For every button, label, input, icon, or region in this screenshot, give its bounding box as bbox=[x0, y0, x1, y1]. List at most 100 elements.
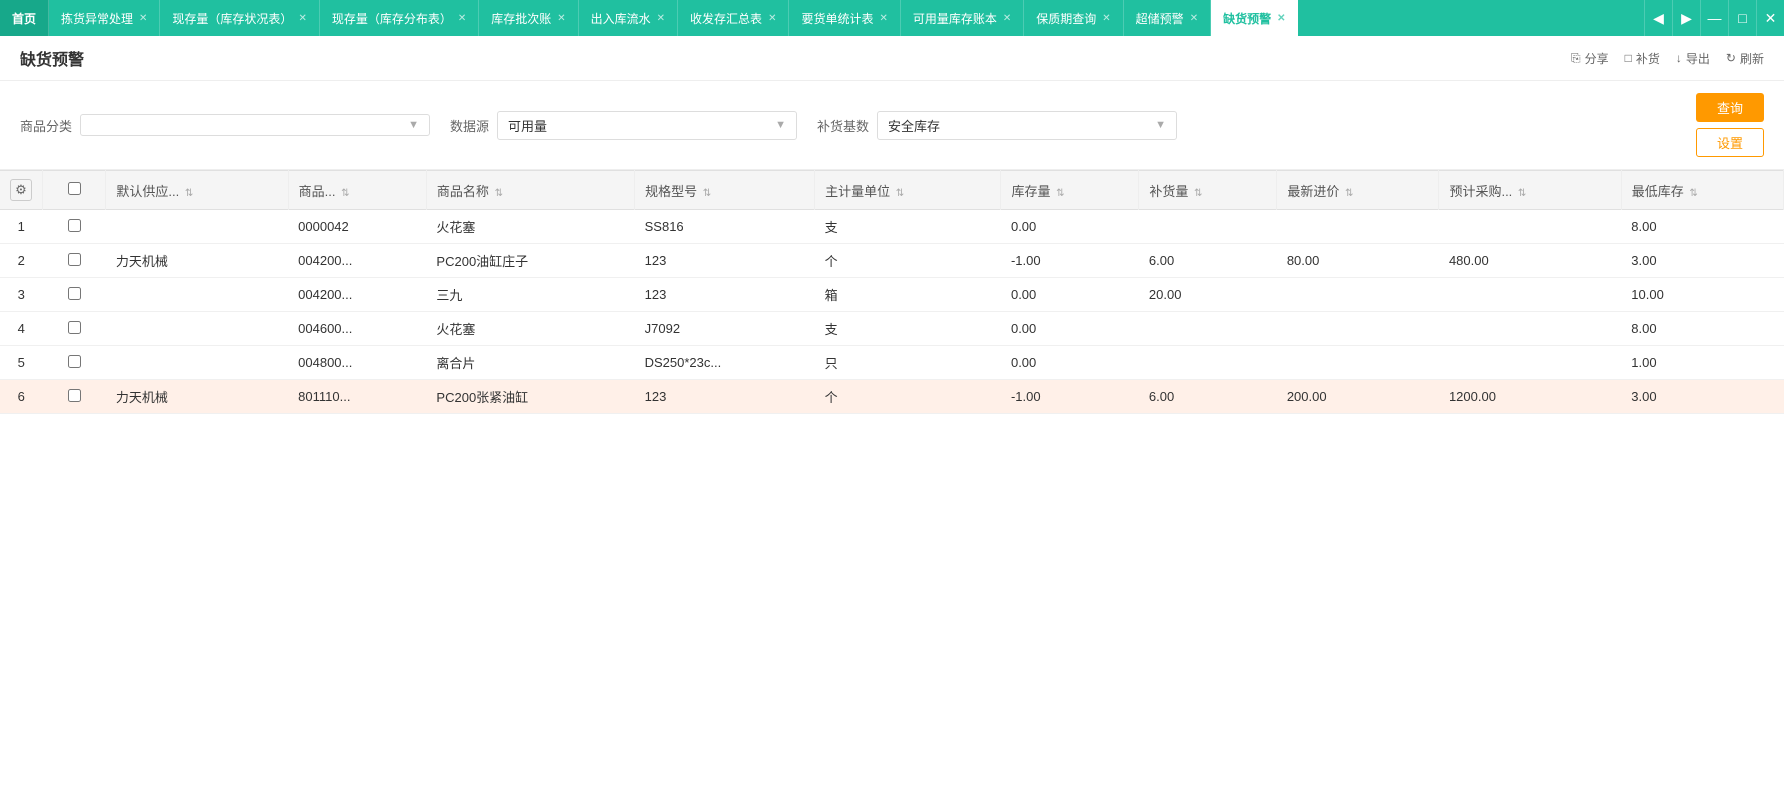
row-replenish-qty: 20.00 bbox=[1139, 278, 1277, 312]
th-stock-qty-label: 库存量 bbox=[1011, 184, 1050, 199]
shortage-table: ⚙ 默认供应... ⇅ 商品... ⇅ bbox=[0, 170, 1784, 414]
replenish-button[interactable]: □ 补货 bbox=[1625, 50, 1660, 67]
th-spec[interactable]: 规格型号 ⇅ bbox=[635, 171, 815, 210]
row-product-name: PC200张紧油缸 bbox=[426, 380, 634, 414]
row-checkbox-cell[interactable] bbox=[43, 380, 106, 414]
table-row[interactable]: 5 004800... 离合片 DS250*23c... 只 0.00 1.00 bbox=[0, 346, 1784, 380]
tab-stock2-close[interactable]: ✕ bbox=[458, 13, 466, 24]
tab-available[interactable]: 可用量库存账本 ✕ bbox=[901, 0, 1024, 36]
tab-collect[interactable]: 收发存汇总表 ✕ bbox=[678, 0, 789, 36]
row-checkbox-cell[interactable] bbox=[43, 312, 106, 346]
tab-inout-close[interactable]: ✕ bbox=[657, 13, 665, 24]
th-min-stock[interactable]: 最低库存 ⇅ bbox=[1621, 171, 1783, 210]
th-latest-price[interactable]: 最新进价 ⇅ bbox=[1277, 171, 1439, 210]
table-row[interactable]: 3 004200... 三九 123 箱 0.00 20.00 10.00 bbox=[0, 278, 1784, 312]
row-checkbox[interactable] bbox=[68, 321, 81, 334]
tab-overstock-close[interactable]: ✕ bbox=[1190, 13, 1198, 24]
tab-expiry[interactable]: 保质期查询 ✕ bbox=[1024, 0, 1123, 36]
row-checkbox[interactable] bbox=[68, 219, 81, 232]
row-checkbox-cell[interactable] bbox=[43, 244, 106, 278]
settings-button[interactable]: 设置 bbox=[1696, 128, 1764, 157]
tab-batch[interactable]: 库存批次账 ✕ bbox=[479, 0, 578, 36]
row-checkbox[interactable] bbox=[68, 287, 81, 300]
tab-order[interactable]: 要货单统计表 ✕ bbox=[789, 0, 900, 36]
tab-window-maximize-button[interactable]: □ bbox=[1728, 0, 1756, 36]
row-checkbox-cell[interactable] bbox=[43, 278, 106, 312]
tab-batch-label: 库存批次账 bbox=[491, 10, 551, 27]
tab-prev-button[interactable]: ◀ bbox=[1644, 0, 1672, 36]
table-row[interactable]: 2 力天机械 004200... PC200油缸庄子 123 个 -1.00 6… bbox=[0, 244, 1784, 278]
tab-next-button[interactable]: ▶ bbox=[1672, 0, 1700, 36]
tab-expiry-close[interactable]: ✕ bbox=[1102, 13, 1110, 24]
row-checkbox-cell[interactable] bbox=[43, 346, 106, 380]
tab-exception-label: 拣货异常处理 bbox=[61, 10, 133, 27]
category-select[interactable]: ▼ bbox=[80, 114, 430, 136]
th-latest-price-label: 最新进价 bbox=[1287, 184, 1339, 199]
row-checkbox[interactable] bbox=[68, 355, 81, 368]
share-button[interactable]: ⎘ 分享 bbox=[1571, 50, 1609, 67]
th-product-code-sort-icon: ⇅ bbox=[341, 188, 349, 199]
th-replenish-qty[interactable]: 补货量 ⇅ bbox=[1139, 171, 1277, 210]
tab-batch-close[interactable]: ✕ bbox=[557, 13, 565, 24]
th-est-purchase[interactable]: 预计采购... ⇅ bbox=[1439, 171, 1621, 210]
table-row[interactable]: 4 004600... 火花塞 J7092 支 0.00 8.00 bbox=[0, 312, 1784, 346]
tab-shortage[interactable]: 缺货预警 ✕ bbox=[1211, 0, 1298, 36]
row-unit: 支 bbox=[815, 312, 1001, 346]
row-product-code: 004800... bbox=[288, 346, 426, 380]
tab-stock1[interactable]: 现存量（库存状况表） ✕ bbox=[160, 0, 319, 36]
refresh-button[interactable]: ↻ 刷新 bbox=[1726, 50, 1764, 67]
table-body: 1 0000042 火花塞 SS816 支 0.00 8.00 2 力天机械 0… bbox=[0, 210, 1784, 414]
page-header: 缺货预警 ⎘ 分享 □ 补货 ↓ 导出 ↻ 刷新 bbox=[0, 36, 1784, 81]
refresh-icon: ↻ bbox=[1726, 51, 1736, 65]
th-stock-qty[interactable]: 库存量 ⇅ bbox=[1001, 171, 1139, 210]
tab-available-close[interactable]: ✕ bbox=[1003, 13, 1011, 24]
table-header-row: ⚙ 默认供应... ⇅ 商品... ⇅ bbox=[0, 171, 1784, 210]
row-default-supplier: 力天机械 bbox=[106, 380, 288, 414]
tab-stock2[interactable]: 现存量（库存分布表） ✕ bbox=[320, 0, 479, 36]
row-product-name: 三九 bbox=[426, 278, 634, 312]
tab-shortage-close[interactable]: ✕ bbox=[1277, 13, 1285, 24]
datasource-chevron-icon: ▼ bbox=[775, 119, 786, 131]
row-default-supplier bbox=[106, 210, 288, 244]
export-button[interactable]: ↓ 导出 bbox=[1676, 50, 1710, 67]
row-checkbox-cell[interactable] bbox=[43, 210, 106, 244]
column-settings-icon[interactable]: ⚙ bbox=[10, 179, 32, 201]
th-product-code[interactable]: 商品... ⇅ bbox=[288, 171, 426, 210]
tab-shortage-label: 缺货预警 bbox=[1223, 10, 1271, 27]
row-stock-qty: -1.00 bbox=[1001, 380, 1139, 414]
row-latest-price bbox=[1277, 312, 1439, 346]
datasource-select[interactable]: 可用量 ▼ bbox=[497, 111, 797, 140]
query-button[interactable]: 查询 bbox=[1696, 93, 1764, 122]
th-settings[interactable]: ⚙ bbox=[0, 171, 43, 210]
row-product-name: 火花塞 bbox=[426, 312, 634, 346]
th-product-name[interactable]: 商品名称 ⇅ bbox=[426, 171, 634, 210]
table-row[interactable]: 6 力天机械 801110... PC200张紧油缸 123 个 -1.00 6… bbox=[0, 380, 1784, 414]
th-default-supplier-label: 默认供应... bbox=[116, 184, 179, 199]
tab-inout[interactable]: 出入库流水 ✕ bbox=[579, 0, 678, 36]
category-label: 商品分类 bbox=[20, 116, 72, 135]
th-checkbox[interactable] bbox=[43, 171, 106, 210]
tab-window-minimize-button[interactable]: — bbox=[1700, 0, 1728, 36]
select-all-checkbox[interactable] bbox=[68, 182, 81, 195]
replenish-base-select[interactable]: 安全库存 ▼ bbox=[877, 111, 1177, 140]
row-unit: 个 bbox=[815, 244, 1001, 278]
tab-order-close[interactable]: ✕ bbox=[879, 13, 887, 24]
tab-window-close-button[interactable]: ✕ bbox=[1756, 0, 1784, 36]
row-num: 3 bbox=[0, 278, 43, 312]
tab-exception-close[interactable]: ✕ bbox=[139, 13, 147, 24]
th-product-name-label: 商品名称 bbox=[437, 184, 489, 199]
row-est-purchase: 480.00 bbox=[1439, 244, 1621, 278]
tab-overstock[interactable]: 超储预警 ✕ bbox=[1124, 0, 1211, 36]
table-row[interactable]: 1 0000042 火花塞 SS816 支 0.00 8.00 bbox=[0, 210, 1784, 244]
row-checkbox[interactable] bbox=[68, 253, 81, 266]
tab-collect-close[interactable]: ✕ bbox=[768, 13, 776, 24]
tab-stock1-close[interactable]: ✕ bbox=[298, 13, 306, 24]
row-checkbox[interactable] bbox=[68, 389, 81, 402]
tab-home[interactable]: 首页 bbox=[0, 0, 49, 36]
th-unit[interactable]: 主计量单位 ⇅ bbox=[815, 171, 1001, 210]
th-default-supplier[interactable]: 默认供应... ⇅ bbox=[106, 171, 288, 210]
row-replenish-qty bbox=[1139, 210, 1277, 244]
row-est-purchase bbox=[1439, 312, 1621, 346]
tab-exception[interactable]: 拣货异常处理 ✕ bbox=[49, 0, 160, 36]
replenish-label: 补货 bbox=[1636, 50, 1660, 67]
